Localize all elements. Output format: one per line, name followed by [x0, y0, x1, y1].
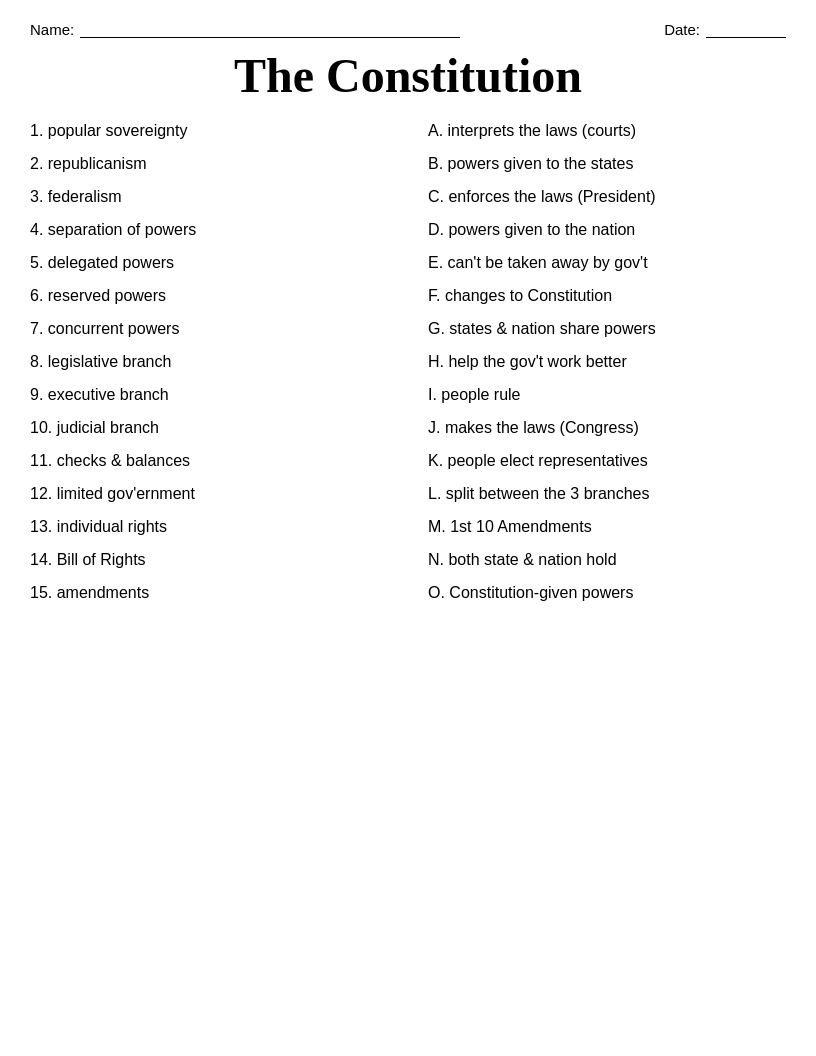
list-item: 15. amendments — [30, 585, 388, 601]
list-item: F. changes to Constitution — [428, 288, 786, 304]
left-column: 1. popular sovereignty 2. republicanism 3.… — [30, 123, 408, 618]
list-item: 14. Bill of Rights — [30, 552, 388, 568]
list-item: D. powers given to the nation — [428, 222, 786, 238]
list-item: 2. republicanism — [30, 156, 388, 172]
right-item-text: N. both state & nation hold — [428, 552, 617, 568]
right-item-text: G. states & nation share powers — [428, 321, 656, 337]
list-item: A. interprets the laws (courts) — [428, 123, 786, 139]
list-item: H. help the gov't work better — [428, 354, 786, 370]
matching-container: 1. popular sovereignty 2. republicanism 3.… — [30, 123, 786, 618]
left-item-text: 12. limited gov'ernment — [30, 486, 195, 502]
left-item-text: 8. legislative branch — [30, 354, 171, 370]
date-field: Date: — [664, 20, 786, 38]
date-label: Date: — [664, 21, 700, 38]
left-item-text: 1. popular sovereignty — [30, 123, 187, 139]
list-item: 7. concurrent powers — [30, 321, 388, 337]
date-underline[interactable] — [706, 20, 786, 38]
list-item: M. 1st 10 Amendments — [428, 519, 786, 535]
right-item-text: E. can't be taken away by gov't — [428, 255, 648, 271]
left-item-text: 7. concurrent powers — [30, 321, 179, 337]
list-item: C. enforces the laws (President) — [428, 189, 786, 205]
list-item: 3. federalism — [30, 189, 388, 205]
left-item-text: 6. reserved powers — [30, 288, 166, 304]
right-item-text: I. people rule — [428, 387, 521, 403]
list-item: J. makes the laws (Congress) — [428, 420, 786, 436]
name-underline[interactable] — [80, 20, 460, 38]
list-item: 10. judicial branch — [30, 420, 388, 436]
right-item-text: C. enforces the laws (President) — [428, 189, 656, 205]
right-item-text: L. split between the 3 branches — [428, 486, 649, 502]
right-column: A. interprets the laws (courts) B. powers… — [408, 123, 786, 618]
list-item: 5. delegated powers — [30, 255, 388, 271]
left-item-text: 13. individual rights — [30, 519, 167, 535]
list-item: B. powers given to the states — [428, 156, 786, 172]
right-item-text: A. interprets the laws (courts) — [428, 123, 636, 139]
list-item: 4. separation of powers — [30, 222, 388, 238]
list-item: 11. checks & balances — [30, 453, 388, 469]
left-item-text: 11. checks & balances — [30, 453, 190, 469]
right-item-text: F. changes to Constitution — [428, 288, 612, 304]
name-field: Name: — [30, 20, 460, 38]
left-item-text: 3. federalism — [30, 189, 122, 205]
right-item-text: J. makes the laws (Congress) — [428, 420, 639, 436]
list-item: E. can't be taken away by gov't — [428, 255, 786, 271]
list-item: 9. executive branch — [30, 387, 388, 403]
right-item-text: D. powers given to the nation — [428, 222, 635, 238]
name-label: Name: — [30, 21, 74, 38]
left-item-text: 10. judicial branch — [30, 420, 159, 436]
left-item-text: 4. separation of powers — [30, 222, 196, 238]
right-item-text: B. powers given to the states — [428, 156, 633, 172]
list-item: 13. individual rights — [30, 519, 388, 535]
left-item-text: 15. amendments — [30, 585, 149, 601]
list-item: N. both state & nation hold — [428, 552, 786, 568]
list-item: 12. limited gov'ernment — [30, 486, 388, 502]
page-title: The Constitution — [30, 48, 786, 103]
list-item: 1. popular sovereignty — [30, 123, 388, 139]
right-item-text: H. help the gov't work better — [428, 354, 627, 370]
left-item-text: 5. delegated powers — [30, 255, 174, 271]
list-item: O. Constitution-given powers — [428, 585, 786, 601]
left-item-text: 2. republicanism — [30, 156, 147, 172]
list-item: 8. legislative branch — [30, 354, 388, 370]
right-item-text: K. people elect representatives — [428, 453, 648, 469]
list-item: 6. reserved powers — [30, 288, 388, 304]
list-item: G. states & nation share powers — [428, 321, 786, 337]
header: Name: Date: — [30, 20, 786, 38]
list-item: K. people elect representatives — [428, 453, 786, 469]
list-item: I. people rule — [428, 387, 786, 403]
list-item: L. split between the 3 branches — [428, 486, 786, 502]
right-item-text: O. Constitution-given powers — [428, 585, 633, 601]
right-item-text: M. 1st 10 Amendments — [428, 519, 592, 535]
left-item-text: 14. Bill of Rights — [30, 552, 146, 568]
left-item-text: 9. executive branch — [30, 387, 169, 403]
